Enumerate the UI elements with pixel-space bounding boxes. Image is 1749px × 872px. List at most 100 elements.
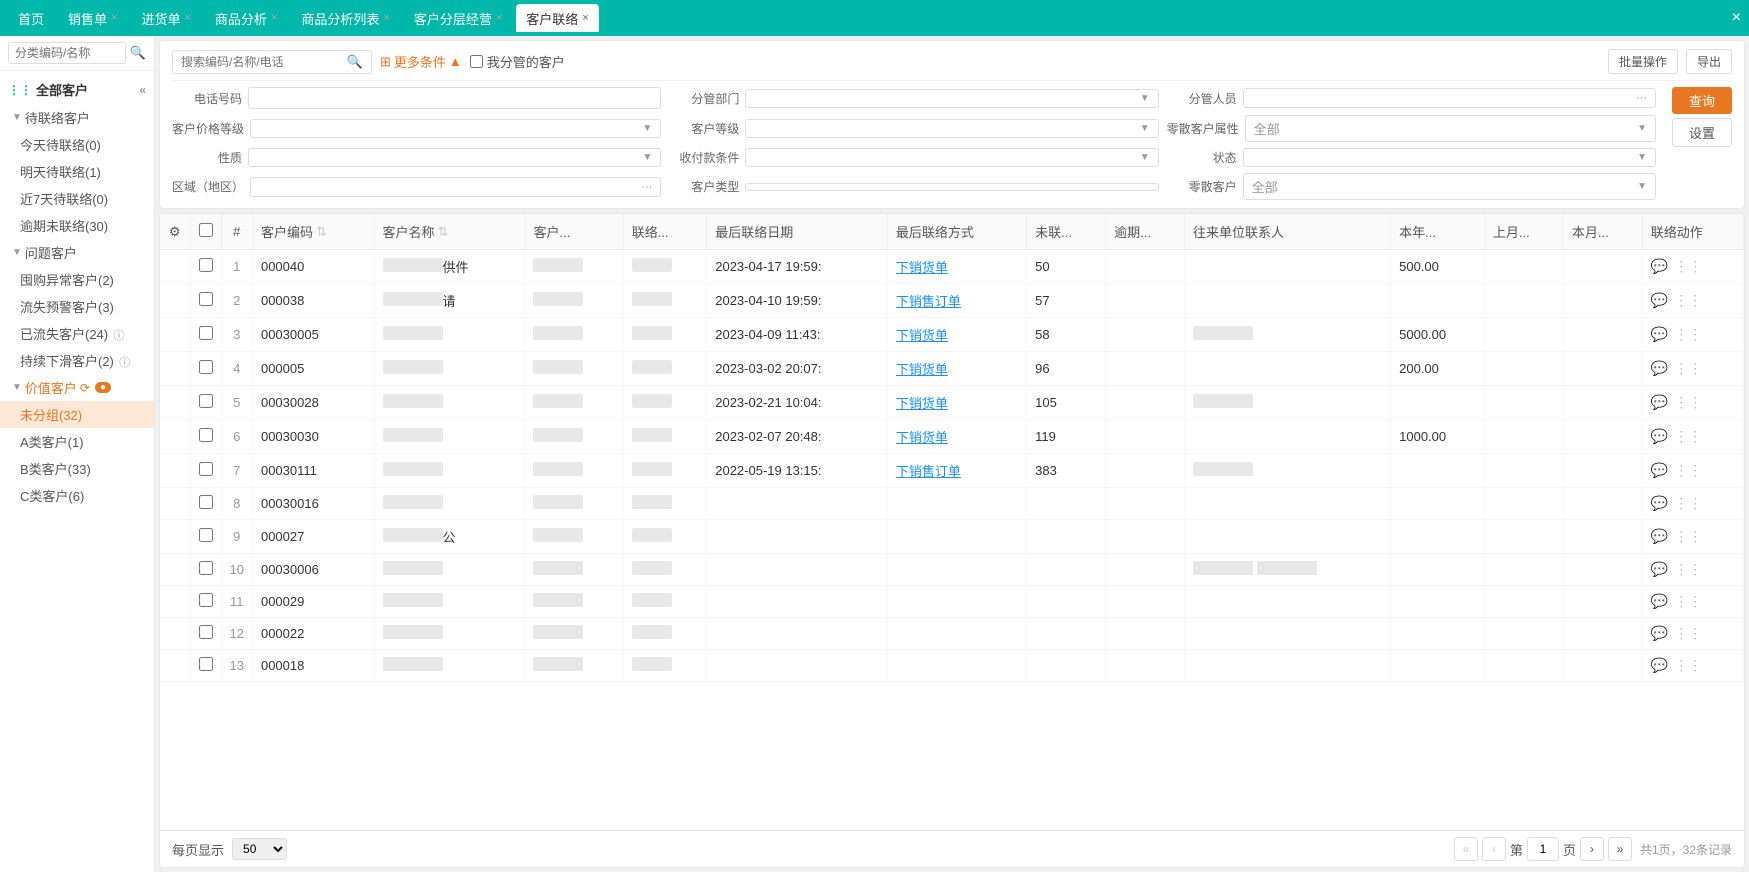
row-checkbox[interactable] xyxy=(199,360,213,374)
sidebar-item-today-pending[interactable]: 今天待联络(0) xyxy=(0,131,154,158)
tab-analysis-list[interactable]: 商品分析列表 × xyxy=(291,4,399,32)
sidebar-group-pending[interactable]: ▼ 待联络客户 xyxy=(0,104,154,131)
more-action-icon[interactable]: ⋮⋮ xyxy=(1674,625,1702,642)
more-action-icon[interactable]: ⋮⋮ xyxy=(1674,360,1702,377)
more-conditions-button[interactable]: ⊞ 更多条件 ▲ xyxy=(380,52,462,71)
message-action-icon[interactable]: 💬 xyxy=(1651,657,1668,674)
tab-purchase-close[interactable]: × xyxy=(184,12,190,24)
export-button[interactable]: 导出 xyxy=(1686,49,1732,74)
message-action-icon[interactable]: 💬 xyxy=(1651,292,1668,309)
more-action-icon[interactable]: ⋮⋮ xyxy=(1674,495,1702,512)
sidebar-item-ungrouped[interactable]: 未分组(32) xyxy=(0,401,154,428)
filter-search-input[interactable] xyxy=(181,55,343,69)
sidebar-group-value[interactable]: ▼ 价值客户 ⟳ ● xyxy=(0,374,154,401)
row-checkbox[interactable] xyxy=(199,495,213,509)
message-action-icon[interactable]: 💬 xyxy=(1651,625,1668,642)
tab-purchase[interactable]: 进货单 × xyxy=(131,4,200,32)
sidebar-item-overdue-pending[interactable]: 逾期未联络(30) xyxy=(0,212,154,239)
more-action-icon[interactable]: ⋮⋮ xyxy=(1674,292,1702,309)
sidebar-item-churn-warning[interactable]: 流失预警客户(3) xyxy=(0,293,154,320)
more-action-icon[interactable]: ⋮⋮ xyxy=(1674,326,1702,343)
col-gear[interactable]: ⚙ xyxy=(160,214,190,250)
sidebar-group-problem[interactable]: ▼ 问题客户 xyxy=(0,239,154,266)
first-page-button[interactable]: « xyxy=(1454,837,1478,861)
row-checkbox[interactable] xyxy=(199,428,213,442)
sidebar-item-week-pending[interactable]: 近7天待联络(0) xyxy=(0,185,154,212)
sidebar-item-stockpile[interactable]: 囤购异常客户(2) xyxy=(0,266,154,293)
row-checkbox[interactable] xyxy=(199,292,213,306)
message-action-icon[interactable]: 💬 xyxy=(1651,258,1668,275)
refresh-icon[interactable]: ⟳ xyxy=(80,381,90,395)
message-action-icon[interactable]: 💬 xyxy=(1651,495,1668,512)
query-button[interactable]: 查询 xyxy=(1672,87,1732,114)
customer-type-select[interactable] xyxy=(745,183,1158,191)
prev-page-button[interactable]: ‹ xyxy=(1482,837,1506,861)
per-page-select[interactable]: 50 100 200 xyxy=(232,838,287,860)
my-customers-check[interactable] xyxy=(470,55,483,68)
more-action-icon[interactable]: ⋮⋮ xyxy=(1674,394,1702,411)
row-checkbox[interactable] xyxy=(199,394,213,408)
region-select[interactable]: ··· xyxy=(250,177,661,197)
tab-customer-layer-close[interactable]: × xyxy=(496,12,502,24)
dept-select[interactable]: ▼ xyxy=(745,89,1158,108)
sidebar-item-type-a[interactable]: A类客户(1) xyxy=(0,428,154,455)
row-checkbox[interactable] xyxy=(199,326,213,340)
sidebar-item-type-c[interactable]: C类客户(6) xyxy=(0,482,154,509)
row-checkbox[interactable] xyxy=(199,258,213,272)
row-checkbox[interactable] xyxy=(199,462,213,476)
message-action-icon[interactable]: 💬 xyxy=(1651,394,1668,411)
message-action-icon[interactable]: 💬 xyxy=(1651,561,1668,578)
manager-select[interactable]: ··· xyxy=(1243,88,1656,108)
batch-operation-button[interactable]: 批量操作 xyxy=(1608,49,1678,74)
row-checkbox[interactable] xyxy=(199,657,213,671)
row-checkbox[interactable] xyxy=(199,528,213,542)
more-action-icon[interactable]: ⋮⋮ xyxy=(1674,258,1702,275)
message-action-icon[interactable]: 💬 xyxy=(1651,528,1668,545)
select-all-checkbox[interactable] xyxy=(199,223,213,237)
gender-select[interactable]: ▼ xyxy=(248,148,661,167)
contact-method-link[interactable]: 下销货单 xyxy=(896,260,948,275)
next-page-button[interactable]: › xyxy=(1580,837,1604,861)
row-checkbox[interactable] xyxy=(199,561,213,575)
price-level-select[interactable]: ▼ xyxy=(250,119,661,138)
customer-level-select[interactable]: ▼ xyxy=(745,119,1158,138)
contact-method-link[interactable]: 下销售订单 xyxy=(896,294,961,309)
more-action-icon[interactable]: ⋮⋮ xyxy=(1674,657,1702,674)
contact-method-link[interactable]: 下销货单 xyxy=(896,362,948,377)
sidebar-item-type-b[interactable]: B类客户(33) xyxy=(0,455,154,482)
tab-analysis-close[interactable]: × xyxy=(271,12,277,24)
tab-customer-contact-close[interactable]: × xyxy=(582,12,588,24)
contact-method-link[interactable]: 下销货单 xyxy=(896,396,948,411)
more-action-icon[interactable]: ⋮⋮ xyxy=(1674,561,1702,578)
sidebar-item-tomorrow-pending[interactable]: 明天待联络(1) xyxy=(0,158,154,185)
retail-attr-select[interactable]: 全部 ▼ xyxy=(1245,115,1656,142)
page-number-input[interactable] xyxy=(1527,837,1559,861)
row-checkbox[interactable] xyxy=(199,625,213,639)
message-action-icon[interactable]: 💬 xyxy=(1651,428,1668,445)
close-window-button[interactable]: × xyxy=(1732,9,1741,27)
tab-sales-close[interactable]: × xyxy=(111,12,117,24)
row-checkbox[interactable] xyxy=(199,593,213,607)
tab-home[interactable]: 首页 xyxy=(8,4,54,32)
sidebar-item-declining[interactable]: 持续下滑客户(2) ⓘ xyxy=(0,347,154,374)
tab-analysis[interactable]: 商品分析 × xyxy=(205,4,287,32)
table-wrapper[interactable]: ⚙ # 客户编码 ⇅ xyxy=(160,214,1744,830)
message-action-icon[interactable]: 💬 xyxy=(1651,326,1668,343)
message-action-icon[interactable]: 💬 xyxy=(1651,462,1668,479)
col-name[interactable]: 客户名称 ⇅ xyxy=(374,214,525,250)
contact-method-link[interactable]: 下销货单 xyxy=(896,430,948,445)
payment-select[interactable]: ▼ xyxy=(745,148,1158,167)
sidebar-item-churned[interactable]: 已流失客户(24) ⓘ xyxy=(0,320,154,347)
sidebar-search-input[interactable] xyxy=(8,42,126,64)
filter-search-icon[interactable]: 🔍 xyxy=(347,54,363,70)
my-customers-checkbox[interactable]: 我分管的客户 xyxy=(470,52,565,71)
tab-customer-layer[interactable]: 客户分层经营 × xyxy=(404,4,512,32)
contact-method-link[interactable]: 下销售订单 xyxy=(896,464,961,479)
more-action-icon[interactable]: ⋮⋮ xyxy=(1674,528,1702,545)
status-select[interactable]: ▼ xyxy=(1243,148,1656,167)
col-code[interactable]: 客户编码 ⇅ xyxy=(252,214,374,250)
tab-customer-contact[interactable]: 客户联络 × xyxy=(516,4,598,32)
sidebar-collapse-btn[interactable]: « xyxy=(139,83,146,97)
message-action-icon[interactable]: 💬 xyxy=(1651,360,1668,377)
more-action-icon[interactable]: ⋮⋮ xyxy=(1674,428,1702,445)
